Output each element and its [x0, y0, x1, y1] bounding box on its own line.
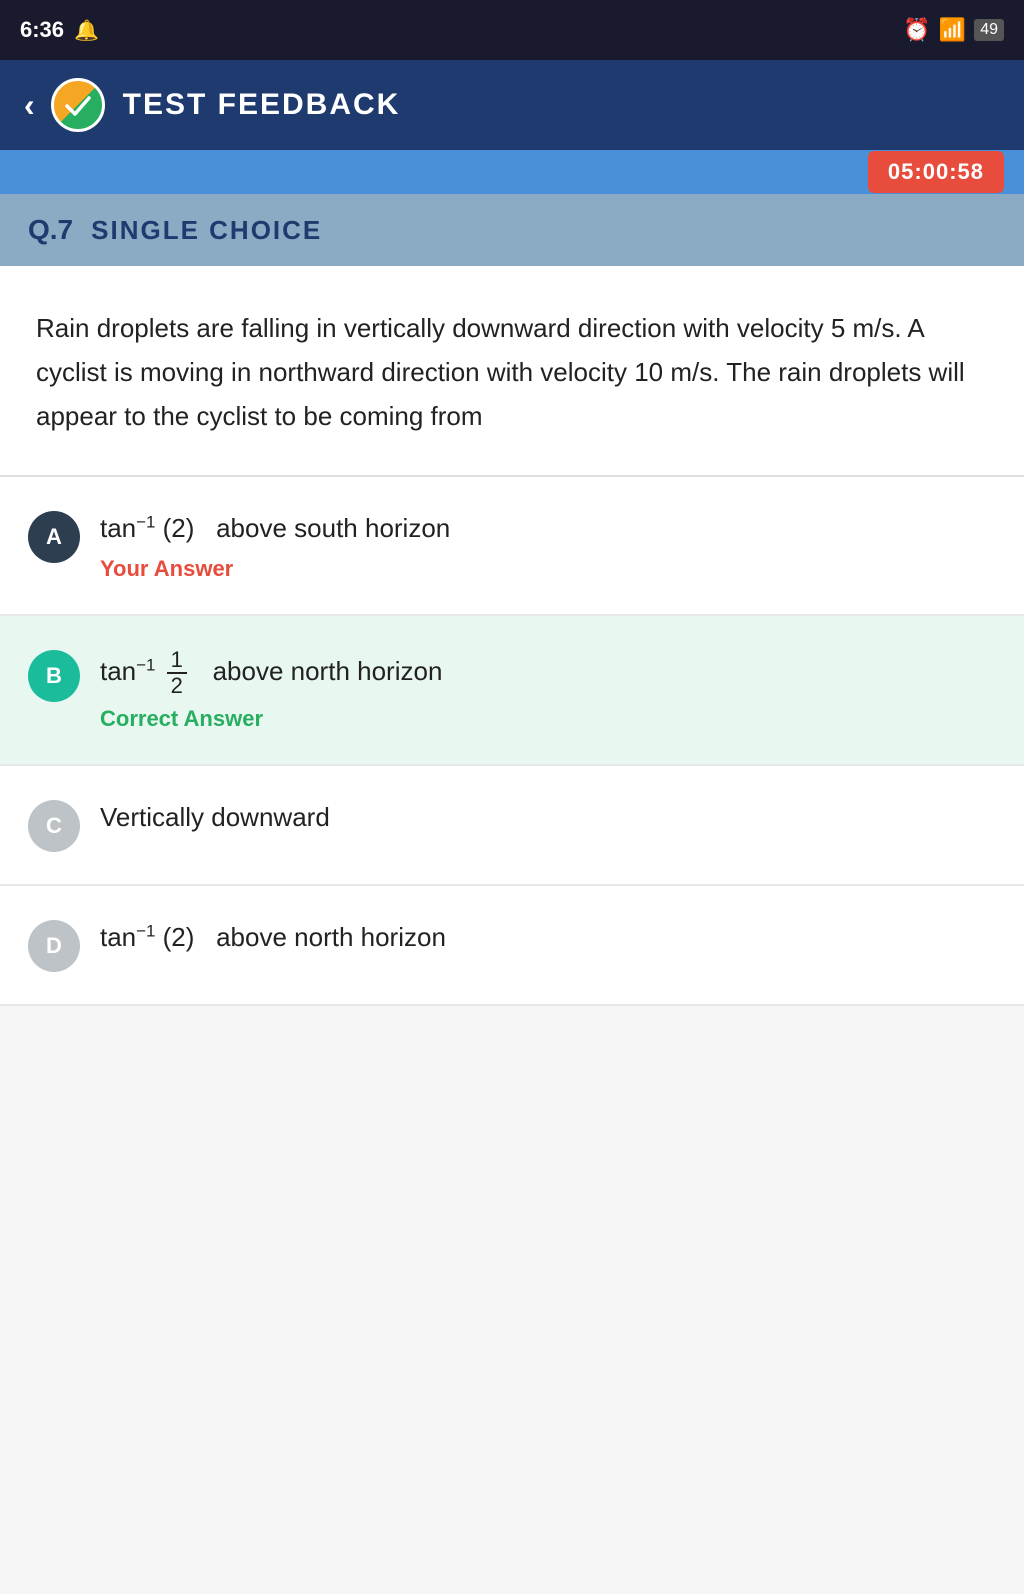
option-a-content: tan−1 (2) above south horizon Your Answe…	[100, 509, 996, 582]
option-a-text: tan−1 (2) above south horizon	[100, 509, 996, 548]
option-d-text: tan−1 (2) above north horizon	[100, 918, 996, 957]
status-icons: ⏰ 📶 49	[903, 17, 1004, 43]
option-d-circle: D	[28, 920, 80, 972]
app-header: ‹ TEST FEEDBACK	[0, 60, 1024, 150]
alarm-icon: ⏰	[903, 17, 930, 43]
option-c-row[interactable]: C Vertically downward	[0, 766, 1024, 886]
signal-icon: 📶	[939, 17, 966, 43]
option-c-content: Vertically downward	[100, 798, 996, 837]
option-a-row[interactable]: A tan−1 (2) above south horizon Your Ans…	[0, 477, 1024, 616]
time-display: 6:36	[20, 17, 64, 43]
option-b-content: tan−1 1 2 above north horizon Correct An…	[100, 648, 996, 732]
option-a-feedback: Your Answer	[100, 556, 996, 582]
question-text: Rain droplets are falling in vertically …	[36, 306, 988, 439]
question-header: Q.7 SINGLE CHOICE	[0, 194, 1024, 266]
option-d-content: tan−1 (2) above north horizon	[100, 918, 996, 957]
app-logo	[51, 78, 105, 132]
option-b-feedback: Correct Answer	[100, 706, 996, 732]
option-c-text: Vertically downward	[100, 798, 996, 837]
option-c-circle: C	[28, 800, 80, 852]
option-b-circle: B	[28, 650, 80, 702]
option-a-circle: A	[28, 511, 80, 563]
option-b-text: tan−1 1 2 above north horizon	[100, 648, 996, 698]
question-type: SINGLE CHOICE	[91, 215, 322, 246]
back-button[interactable]: ‹	[24, 87, 35, 124]
option-d-row[interactable]: D tan−1 (2) above north horizon	[0, 886, 1024, 1006]
checkmark-icon	[63, 90, 93, 120]
question-body: Rain droplets are falling in vertically …	[0, 266, 1024, 477]
option-b-row[interactable]: B tan−1 1 2 above north horizon Correct …	[0, 616, 1024, 766]
status-time-area: 6:36 🔔	[20, 17, 99, 43]
question-number: Q.7	[28, 214, 73, 246]
notification-icon: 🔔	[74, 18, 99, 43]
battery-display: 49	[974, 19, 1004, 41]
header-title: TEST FEEDBACK	[123, 88, 401, 122]
status-bar: 6:36 🔔 ⏰ 📶 49	[0, 0, 1024, 60]
timer-bar: 05:00:58	[0, 150, 1024, 194]
timer-badge: 05:00:58	[868, 151, 1004, 193]
options-container: A tan−1 (2) above south horizon Your Ans…	[0, 477, 1024, 1006]
